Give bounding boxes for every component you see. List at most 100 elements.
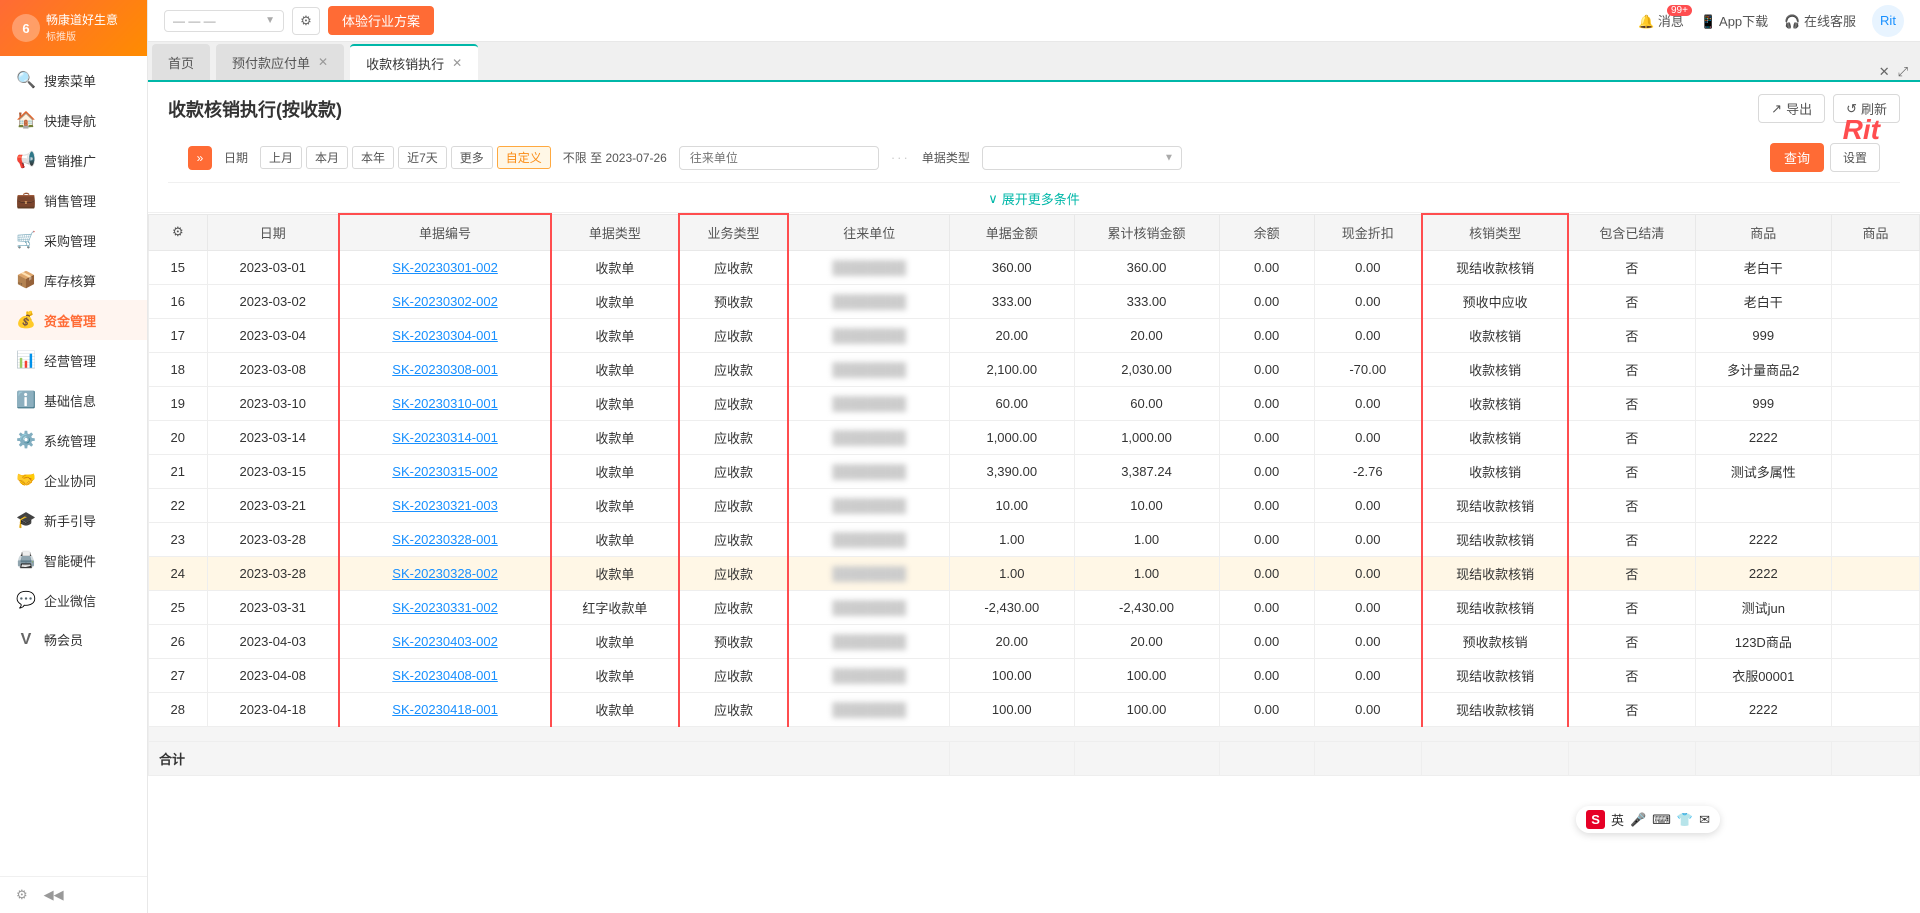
sidebar-item-quick-nav[interactable]: 🏠 快捷导航 [0,100,147,140]
date-btn-custom[interactable]: 自定义 [497,146,551,169]
topbar: — — — ▼ ⚙ 体验行业方案 🔔 消息 99+ 📱 App下载 🎧 在线客服… [148,0,1920,42]
expand-more-button[interactable]: ∨ 展开更多条件 [988,189,1080,208]
docno-link[interactable]: SK-20230301-002 [392,260,498,275]
sidebar-item-search-menu[interactable]: 🔍 搜索菜单 [0,60,147,100]
table-row: 212023-03-15SK-20230315-002收款单应收款███████… [149,455,1920,489]
docno-link[interactable]: SK-20230310-001 [392,396,498,411]
cell-date: 2023-03-15 [207,455,339,489]
docno-link[interactable]: SK-20230314-001 [392,430,498,445]
tab-receipt-exec[interactable]: 收款核销执行 ✕ [350,44,478,80]
cell-docno[interactable]: SK-20230308-001 [339,353,551,387]
table-row: 162023-03-02SK-20230302-002收款单预收款███████… [149,285,1920,319]
sidebar-item-purchase[interactable]: 🛒 采购管理 [0,220,147,260]
cell-docno[interactable]: SK-20230403-002 [339,625,551,659]
docno-link[interactable]: SK-20230315-002 [392,464,498,479]
query-button[interactable]: 查询 [1770,143,1824,172]
cell-docno[interactable]: SK-20230328-001 [339,523,551,557]
cell-docno[interactable]: SK-20230328-002 [339,557,551,591]
sidebar-item-basic-info[interactable]: ℹ️ 基础信息 [0,380,147,420]
settings-button[interactable]: 设置 [1830,143,1880,172]
notifications-area[interactable]: 🔔 消息 99+ [1638,11,1684,30]
topbar-settings-button[interactable]: ⚙ [292,7,320,35]
watermark-email-icon: ✉ [1699,812,1710,828]
docno-link[interactable]: SK-20230321-003 [392,498,498,513]
app-download-label: App下载 [1719,14,1768,29]
doc-type-select[interactable] [982,146,1182,170]
sidebar-item-inventory[interactable]: 📦 库存核算 [0,260,147,300]
cell-goodsmore [1832,557,1920,591]
tab-receipt-close-icon[interactable]: ✕ [452,56,462,70]
docno-link[interactable]: SK-20230408-001 [392,668,498,683]
date-btn-last-7days[interactable]: 近7天 [398,146,447,169]
docno-link[interactable]: SK-20230304-001 [392,328,498,343]
partner-filter-input[interactable] [679,146,879,170]
cell-docno[interactable]: SK-20230314-001 [339,421,551,455]
docno-link[interactable]: SK-20230328-002 [392,566,498,581]
date-btn-this-month[interactable]: 本月 [306,146,348,169]
sidebar-settings-icon[interactable]: ⚙ [16,887,28,903]
tab-home[interactable]: 首页 [152,44,210,80]
th-discount: 现金折扣 [1314,214,1422,251]
export-label: 导出 [1786,99,1812,118]
sidebar-item-finance[interactable]: 💰 资金管理 [0,300,147,340]
docno-link[interactable]: SK-20230328-001 [392,532,498,547]
cell-docno[interactable]: SK-20230331-002 [339,591,551,625]
online-service-area[interactable]: 🎧 在线客服 [1784,11,1856,30]
cell-docno[interactable]: SK-20230408-001 [339,659,551,693]
user-avatar[interactable]: Rit [1872,5,1904,37]
cell-docno[interactable]: SK-20230301-002 [339,251,551,285]
docno-link[interactable]: SK-20230418-001 [392,702,498,717]
cell-docno[interactable]: SK-20230304-001 [339,319,551,353]
watermark: S 英 🎤 ⌨ 👕 ✉ [1576,806,1720,833]
topbar-brand-dropdown[interactable]: — — — ▼ [164,10,284,32]
cell-docno[interactable]: SK-20230418-001 [339,693,551,727]
cell-docno[interactable]: SK-20230321-003 [339,489,551,523]
th-balance: 余额 [1219,214,1314,251]
docno-link[interactable]: SK-20230302-002 [392,294,498,309]
cell-docno[interactable]: SK-20230315-002 [339,455,551,489]
cell-biztype: 应收款 [679,387,789,421]
sidebar-item-member[interactable]: V 畅会员 [0,620,147,659]
column-settings-icon[interactable]: ⚙ [172,224,184,239]
sidebar-item-marketing[interactable]: 📢 营销推广 [0,140,147,180]
sidebar-item-newbie[interactable]: 🎓 新手引导 [0,500,147,540]
cell-docno[interactable]: SK-20230310-001 [339,387,551,421]
tab-prepay-close-icon[interactable]: ✕ [318,55,328,69]
docno-link[interactable]: SK-20230403-002 [392,634,498,649]
date-btn-this-year[interactable]: 本年 [352,146,394,169]
sidebar-item-corp-wechat[interactable]: 💬 企业微信 [0,580,147,620]
cell-include: 否 [1568,523,1695,557]
table-row: 282023-04-18SK-20230418-001收款单应收款███████… [149,693,1920,727]
th-settings[interactable]: ⚙ [149,214,208,251]
sidebar-item-sys-mgmt[interactable]: ⚙️ 系统管理 [0,420,147,460]
cell-docno[interactable]: SK-20230302-002 [339,285,551,319]
cell-partner: ████████ [788,523,949,557]
cell-num: 25 [149,591,208,625]
sidebar-collapse-icon[interactable]: ◀◀ [44,887,64,903]
export-button[interactable]: ↗ 导出 [1758,94,1825,123]
cell-saletype: 现结收款核销 [1422,557,1568,591]
cell-date: 2023-03-02 [207,285,339,319]
sidebar-item-corp[interactable]: 🤝 企业协同 [0,460,147,500]
sidebar-item-smart-hw[interactable]: 🖨️ 智能硬件 [0,540,147,580]
filter-toggle-button[interactable]: » [188,146,212,170]
th-goodsmore: 商品 [1832,214,1920,251]
docno-link[interactable]: SK-20230308-001 [392,362,498,377]
solution-button[interactable]: 体验行业方案 [328,6,434,35]
filter-more-row: ∨ 展开更多条件 [168,183,1900,212]
date-btn-more[interactable]: 更多 [451,146,493,169]
sales-icon: 💼 [16,190,36,210]
tab-close-all-icon[interactable]: ✕ [1879,64,1890,80]
tab-prepay-order[interactable]: 预付款应付单 ✕ [216,44,344,80]
docno-link[interactable]: SK-20230331-002 [392,600,498,615]
date-btn-last-month[interactable]: 上月 [260,146,302,169]
cell-partner: ████████ [788,557,949,591]
sidebar-label-corp-wechat: 企业微信 [44,591,96,610]
app-download-area[interactable]: 📱 App下载 [1700,11,1768,30]
th-biztype: 业务类型 [679,214,789,251]
sidebar-item-operation[interactable]: 📊 经营管理 [0,340,147,380]
sidebar-label-quick-nav: 快捷导航 [44,111,96,130]
tab-expand-icon[interactable]: ⤢ [1898,64,1908,80]
cell-doctype: 收款单 [551,285,678,319]
sidebar-item-sales[interactable]: 💼 销售管理 [0,180,147,220]
